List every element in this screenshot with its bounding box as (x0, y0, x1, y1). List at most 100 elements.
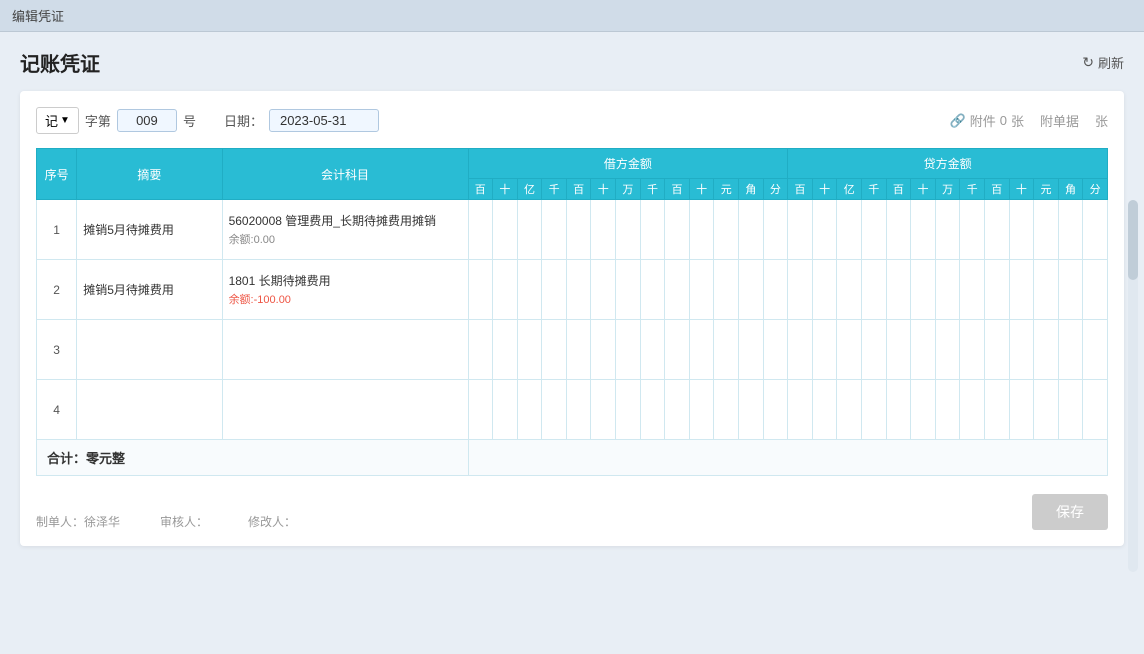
credit-cell-2-2[interactable] (837, 320, 862, 380)
debit-cell-1-2[interactable] (517, 260, 542, 320)
credit-cell-2-9[interactable] (1009, 320, 1034, 380)
credit-cell-1-7[interactable] (960, 260, 985, 320)
debit-cell-2-4[interactable] (566, 320, 591, 380)
debit-cell-3-3[interactable] (542, 380, 567, 440)
debit-cell-3-8[interactable] (665, 380, 690, 440)
credit-cell-2-5[interactable] (911, 320, 936, 380)
credit-cell-0-1[interactable] (812, 200, 837, 260)
credit-cell-3-10[interactable] (1034, 380, 1059, 440)
credit-cell-2-8[interactable] (984, 320, 1009, 380)
credit-cell-2-3[interactable] (862, 320, 887, 380)
credit-cell-3-6[interactable] (935, 380, 960, 440)
debit-cell-1-1[interactable] (493, 260, 518, 320)
debit-cell-3-10[interactable] (714, 380, 739, 440)
credit-cell-3-5[interactable] (911, 380, 936, 440)
debit-cell-1-5[interactable] (591, 260, 616, 320)
debit-cell-0-1[interactable] (493, 200, 518, 260)
row-account-0[interactable]: 56020008 管理费用_长期待摊费用摊销余额:0.00 (222, 200, 468, 260)
credit-cell-2-0[interactable] (788, 320, 813, 380)
credit-cell-1-10[interactable] (1034, 260, 1059, 320)
debit-cell-1-3[interactable] (542, 260, 567, 320)
credit-cell-0-6[interactable] (935, 200, 960, 260)
date-input[interactable] (269, 109, 379, 132)
credit-cell-0-0[interactable] (788, 200, 813, 260)
debit-cell-0-9[interactable] (689, 200, 714, 260)
credit-cell-1-0[interactable] (788, 260, 813, 320)
credit-cell-0-4[interactable] (886, 200, 911, 260)
credit-cell-2-7[interactable] (960, 320, 985, 380)
debit-cell-3-2[interactable] (517, 380, 542, 440)
credit-cell-2-6[interactable] (935, 320, 960, 380)
credit-cell-0-12[interactable] (1083, 200, 1108, 260)
debit-cell-2-10[interactable] (714, 320, 739, 380)
credit-cell-3-3[interactable] (862, 380, 887, 440)
debit-cell-1-11[interactable] (739, 260, 764, 320)
credit-cell-1-11[interactable] (1058, 260, 1083, 320)
credit-cell-0-11[interactable] (1058, 200, 1083, 260)
credit-cell-3-12[interactable] (1083, 380, 1108, 440)
scrollbar-thumb[interactable] (1128, 200, 1138, 280)
credit-cell-0-2[interactable] (837, 200, 862, 260)
credit-cell-3-2[interactable] (837, 380, 862, 440)
debit-cell-2-7[interactable] (640, 320, 665, 380)
row-account-2[interactable] (222, 320, 468, 380)
credit-cell-3-11[interactable] (1058, 380, 1083, 440)
credit-cell-1-12[interactable] (1083, 260, 1108, 320)
credit-cell-0-5[interactable] (911, 200, 936, 260)
debit-cell-1-6[interactable] (616, 260, 641, 320)
credit-cell-2-4[interactable] (886, 320, 911, 380)
debit-cell-1-12[interactable] (763, 260, 788, 320)
debit-cell-2-1[interactable] (493, 320, 518, 380)
debit-cell-1-10[interactable] (714, 260, 739, 320)
scrollbar-track[interactable] (1128, 200, 1138, 572)
row-summary-2[interactable] (77, 320, 222, 380)
refresh-button[interactable]: ↻ 刷新 (1082, 53, 1124, 72)
credit-cell-1-2[interactable] (837, 260, 862, 320)
debit-cell-0-8[interactable] (665, 200, 690, 260)
credit-cell-1-8[interactable] (984, 260, 1009, 320)
debit-cell-0-10[interactable] (714, 200, 739, 260)
credit-cell-0-3[interactable] (862, 200, 887, 260)
attach-button[interactable]: 🔗 附件 0 张 (950, 111, 1024, 130)
debit-cell-2-12[interactable] (763, 320, 788, 380)
credit-cell-1-9[interactable] (1009, 260, 1034, 320)
debit-cell-1-0[interactable] (468, 260, 493, 320)
credit-cell-0-10[interactable] (1034, 200, 1059, 260)
debit-cell-1-7[interactable] (640, 260, 665, 320)
debit-cell-2-2[interactable] (517, 320, 542, 380)
debit-cell-2-5[interactable] (591, 320, 616, 380)
row-account-1[interactable]: 1801 长期待摊费用余额:-100.00 (222, 260, 468, 320)
credit-cell-3-4[interactable] (886, 380, 911, 440)
credit-cell-3-1[interactable] (812, 380, 837, 440)
credit-cell-0-9[interactable] (1009, 200, 1034, 260)
row-account-3[interactable] (222, 380, 468, 440)
credit-cell-2-10[interactable] (1034, 320, 1059, 380)
debit-cell-2-3[interactable] (542, 320, 567, 380)
credit-cell-1-1[interactable] (812, 260, 837, 320)
debit-cell-3-1[interactable] (493, 380, 518, 440)
credit-cell-3-7[interactable] (960, 380, 985, 440)
debit-cell-1-9[interactable] (689, 260, 714, 320)
credit-cell-2-1[interactable] (812, 320, 837, 380)
credit-cell-1-3[interactable] (862, 260, 887, 320)
ji-button[interactable]: 记 ▼ (36, 107, 79, 134)
debit-cell-2-8[interactable] (665, 320, 690, 380)
debit-cell-1-4[interactable] (566, 260, 591, 320)
debit-cell-3-0[interactable] (468, 380, 493, 440)
credit-cell-2-12[interactable] (1083, 320, 1108, 380)
debit-cell-2-11[interactable] (739, 320, 764, 380)
debit-cell-0-4[interactable] (566, 200, 591, 260)
credit-cell-1-6[interactable] (935, 260, 960, 320)
credit-cell-3-9[interactable] (1009, 380, 1034, 440)
credit-cell-3-8[interactable] (984, 380, 1009, 440)
debit-cell-2-6[interactable] (616, 320, 641, 380)
debit-cell-1-8[interactable] (665, 260, 690, 320)
debit-cell-0-11[interactable] (739, 200, 764, 260)
save-button[interactable]: 保存 (1032, 494, 1108, 530)
zi-input[interactable] (117, 109, 177, 132)
row-summary-3[interactable] (77, 380, 222, 440)
sheet-button[interactable]: 附单据 (1040, 111, 1079, 130)
debit-cell-2-0[interactable] (468, 320, 493, 380)
row-summary-0[interactable]: 摊销5月待摊费用 (77, 200, 222, 260)
credit-cell-2-11[interactable] (1058, 320, 1083, 380)
